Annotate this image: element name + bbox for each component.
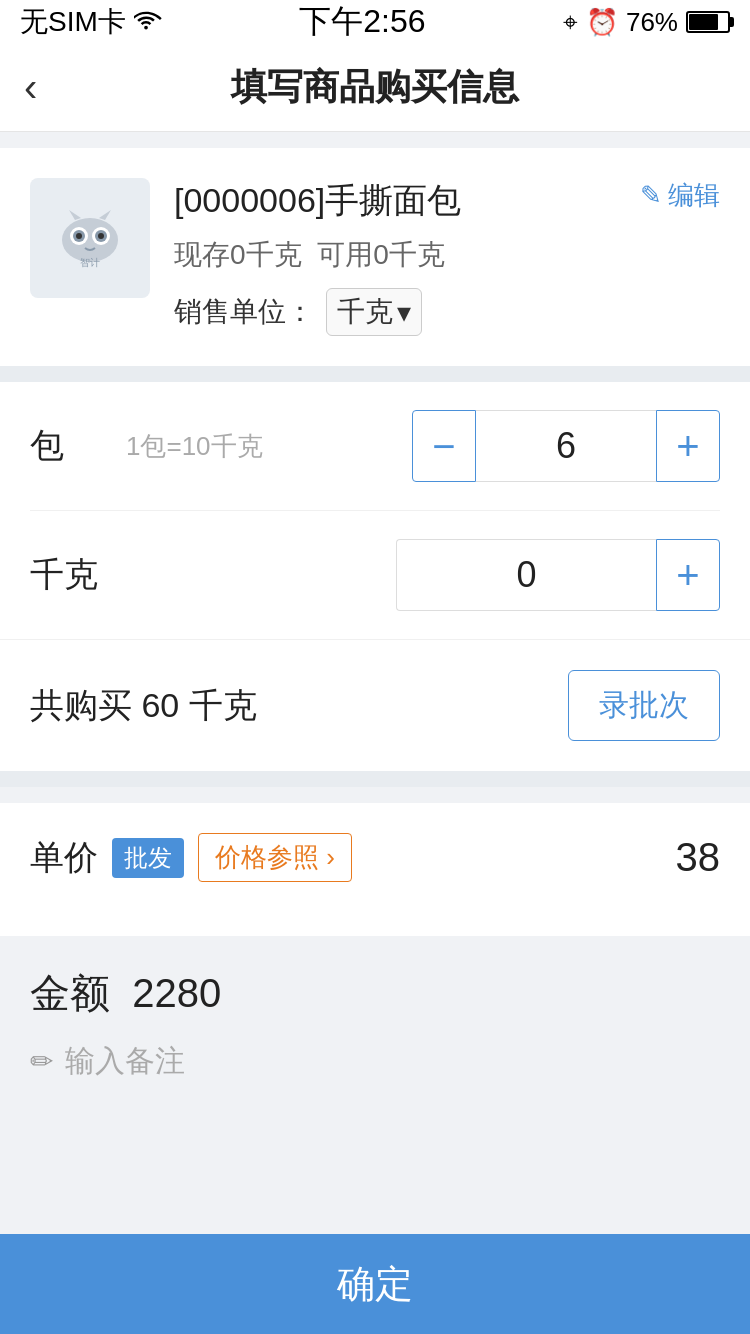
status-right: ⌖ ⏰ 76% — [563, 7, 730, 38]
svg-text:智计: 智计 — [80, 257, 100, 268]
confirm-label: 确定 — [337, 1259, 413, 1310]
unit-value: 千克 — [337, 293, 393, 331]
unit-label: 销售单位： — [174, 293, 314, 331]
edit-icon: ✎ — [640, 180, 662, 211]
total-row: 共购买 60 千克 录批次 — [0, 639, 750, 771]
amount-label: 金额 — [30, 971, 110, 1015]
pack-label: 包 — [30, 423, 110, 469]
pencil-icon: ✏ — [30, 1045, 53, 1078]
batch-tag: 批发 — [112, 838, 184, 878]
edit-button[interactable]: ✎ 编辑 — [640, 178, 720, 213]
pack-minus-button[interactable]: − — [412, 410, 476, 482]
status-left: 无SIM卡 — [20, 3, 162, 41]
product-name: [0000006]手撕面包 — [174, 178, 720, 224]
svg-marker-8 — [99, 210, 111, 220]
kg-plus-button[interactable]: + — [656, 539, 720, 611]
price-ref-button[interactable]: 价格参照 › — [198, 833, 352, 882]
price-left: 单价 批发 价格参照 › — [30, 833, 352, 882]
back-button[interactable]: ‹ — [24, 65, 37, 110]
price-section: 单价 批发 价格参照 › 38 — [0, 803, 750, 936]
product-info: [0000006]手撕面包 现存0千克 可用0千克 销售单位： 千克 ▾ — [174, 178, 720, 336]
wifi-icon — [134, 6, 162, 38]
alarm-icon: ⏰ — [586, 7, 618, 38]
record-batch-button[interactable]: 录批次 — [568, 670, 720, 741]
section-divider-1 — [0, 366, 750, 382]
svg-point-0 — [62, 218, 118, 262]
svg-point-6 — [98, 233, 104, 239]
product-card: 智计 [0000006]手撕面包 现存0千克 可用0千克 销售单位： 千克 ▾ … — [0, 148, 750, 366]
kg-label: 千克 — [30, 552, 110, 598]
kg-quantity-input[interactable] — [396, 539, 656, 611]
page-title: 填写商品购买信息 — [231, 63, 519, 112]
status-bar: 无SIM卡 下午2:56 ⌖ ⏰ 76% — [0, 0, 750, 44]
kg-controls: + — [396, 539, 720, 611]
kg-input-row: 千克 + — [30, 511, 720, 639]
carrier-label: 无SIM卡 — [20, 3, 126, 41]
product-unit-row: 销售单位： 千克 ▾ — [174, 288, 720, 336]
total-text: 共购买 60 千克 — [30, 683, 257, 729]
nav-bar: ‹ 填写商品购买信息 — [0, 44, 750, 132]
product-stock: 现存0千克 可用0千克 — [174, 236, 720, 274]
amount-row: 金额 2280 — [30, 966, 720, 1021]
svg-marker-7 — [69, 210, 81, 220]
section-divider-2 — [0, 771, 750, 787]
pack-controls: − + — [412, 410, 720, 482]
battery-icon — [686, 11, 730, 33]
battery-percent: 76% — [626, 7, 678, 38]
price-label: 单价 — [30, 835, 98, 881]
svg-point-5 — [76, 233, 82, 239]
pack-input-row: 包 1包=10千克 − + — [30, 382, 720, 511]
time-label: 下午2:56 — [299, 0, 425, 44]
pack-quantity-input[interactable] — [476, 410, 656, 482]
price-row: 单价 批发 价格参照 › 38 — [30, 833, 720, 882]
pack-plus-button[interactable]: + — [656, 410, 720, 482]
remark-label: 输入备注 — [65, 1041, 185, 1082]
amount-section: 金额 2280 ✏ 输入备注 — [0, 936, 750, 1112]
location-icon: ⌖ — [563, 7, 578, 38]
amount-value: 2280 — [121, 971, 221, 1015]
price-value: 38 — [676, 835, 721, 880]
edit-label: 编辑 — [668, 178, 720, 213]
input-section: 包 1包=10千克 − + 千克 + — [0, 382, 750, 639]
product-image: 智计 — [30, 178, 150, 298]
unit-dropdown[interactable]: 千克 ▾ — [326, 288, 422, 336]
chevron-down-icon: ▾ — [397, 296, 411, 329]
confirm-bar[interactable]: 确定 — [0, 1234, 750, 1334]
remark-row[interactable]: ✏ 输入备注 — [30, 1041, 720, 1082]
pack-hint: 1包=10千克 — [126, 429, 396, 464]
